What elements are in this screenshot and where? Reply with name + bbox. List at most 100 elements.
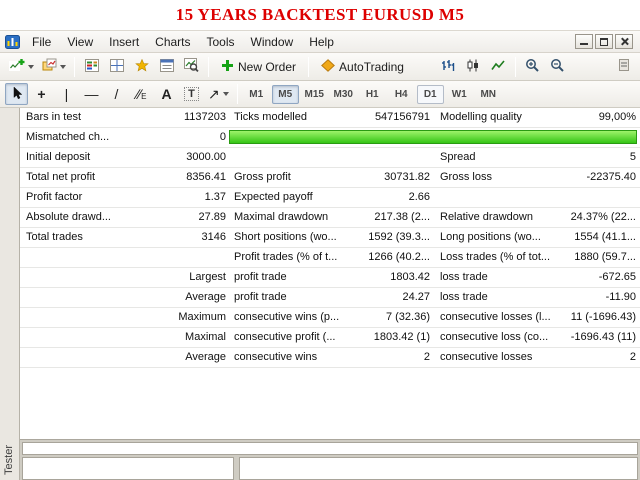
menu-item-charts[interactable]: Charts bbox=[147, 32, 198, 52]
report-row[interactable]: Average consecutive wins 2 consecutive loss… bbox=[20, 348, 640, 368]
report-row[interactable]: Profit trades (% of t... 1266 (40.2... Los… bbox=[20, 248, 640, 268]
close-button[interactable] bbox=[615, 34, 633, 49]
timeframe-m1-button[interactable]: M1 bbox=[243, 85, 270, 104]
new-order-button[interactable]: New Order bbox=[214, 56, 303, 78]
minimize-button[interactable] bbox=[575, 34, 593, 49]
tester-content: Bars in test 1137203 Ticks modelled 5471567… bbox=[20, 108, 640, 480]
candlestick-chart-button[interactable] bbox=[462, 56, 485, 78]
report-row[interactable]: Maximum consecutive wins (p... 7 (32.36) co… bbox=[20, 308, 640, 328]
toolbar-separator bbox=[74, 56, 75, 77]
report-row[interactable]: Bars in test 1137203 Ticks modelled 5471567… bbox=[20, 108, 640, 128]
backtest-report: Bars in test 1137203 Ticks modelled 5471567… bbox=[20, 108, 640, 440]
tester-panel-label: Tester bbox=[3, 445, 15, 475]
report-row[interactable]: Largest profit trade 1803.42 loss trade -672… bbox=[20, 268, 640, 288]
trendline-button[interactable]: / bbox=[105, 83, 128, 105]
report-cell-c1v: 8356.41 bbox=[186, 171, 226, 183]
report-cell-c1l bbox=[20, 288, 132, 307]
channel-sub-label: E bbox=[141, 92, 147, 101]
timeframe-m30-button[interactable]: M30 bbox=[330, 85, 357, 104]
timeframe-h4-button[interactable]: H4 bbox=[388, 85, 415, 104]
line-chart-button[interactable] bbox=[487, 56, 510, 78]
report-row[interactable]: Mismatched ch... 0 bbox=[20, 128, 640, 148]
menu-item-insert[interactable]: Insert bbox=[101, 32, 147, 52]
app-icon bbox=[5, 34, 20, 49]
zoom-in-icon bbox=[525, 58, 540, 75]
menu-item-view[interactable]: View bbox=[59, 32, 101, 52]
report-cell-c3v: -11.90 bbox=[605, 291, 636, 303]
vertical-line-button[interactable]: | bbox=[55, 83, 78, 105]
report-cell-c3l: consecutive loss (co... bbox=[440, 331, 549, 343]
timeframe-m5-button[interactable]: M5 bbox=[271, 84, 299, 104]
report-cell-c1l: Initial deposit bbox=[26, 151, 91, 163]
report-cell-c2v: 1803.42 bbox=[390, 271, 430, 283]
report-cell-c3v: -22375.40 bbox=[586, 171, 636, 183]
navigator-button[interactable] bbox=[130, 56, 153, 78]
timeframe-w1-button[interactable]: W1 bbox=[446, 85, 473, 104]
report-cell-c2v: 30731.82 bbox=[384, 171, 430, 183]
new-chart-button[interactable] bbox=[5, 56, 37, 78]
report-cell-c2l: profit trade bbox=[234, 271, 287, 283]
report-row[interactable]: Initial deposit 3000.00 Spread 5 bbox=[20, 148, 640, 168]
terminal-button[interactable] bbox=[155, 56, 178, 78]
menu-item-window[interactable]: Window bbox=[243, 32, 302, 52]
report-cell-c1l bbox=[20, 248, 132, 267]
timeframe-h1-button[interactable]: H1 bbox=[359, 85, 386, 104]
timeframe-mn-button[interactable]: MN bbox=[475, 85, 502, 104]
report-row[interactable]: Total net profit 8356.41 Gross profit 30731… bbox=[20, 168, 640, 188]
report-cell-c1l: Mismatched ch... bbox=[26, 131, 110, 143]
report-cell-c2v: 547156791 bbox=[374, 111, 430, 123]
timeframe-m15-button[interactable]: M15 bbox=[301, 85, 328, 104]
equidistant-channel-button[interactable]: ∕∕ E bbox=[130, 83, 153, 105]
report-cell-c2l: Profit trades (% of t... bbox=[234, 251, 338, 263]
menu-item-tools[interactable]: Tools bbox=[199, 32, 243, 52]
report-row[interactable]: Absolute drawd... 27.89 Maximal drawdown 21… bbox=[20, 208, 640, 228]
horizontal-line-button[interactable]: — bbox=[80, 83, 103, 105]
zoom-out-icon bbox=[550, 58, 565, 75]
arrows-button[interactable]: ↗ bbox=[205, 83, 232, 105]
toolbar-overflow-button[interactable] bbox=[612, 56, 635, 78]
restore-icon bbox=[600, 37, 608, 46]
main-area: Tester Bars in test 1137203 Ticks modelled… bbox=[0, 108, 640, 480]
menu-item-file[interactable]: File bbox=[24, 32, 59, 52]
report-cell-c2v bbox=[346, 148, 432, 167]
zoom-out-button[interactable] bbox=[546, 56, 569, 78]
bottom-panel-left[interactable] bbox=[22, 457, 234, 480]
report-cell-c1l: Total trades bbox=[26, 231, 83, 243]
report-cell-c2v: 217.38 (2... bbox=[374, 211, 430, 223]
chevron-down-icon bbox=[60, 64, 66, 69]
report-cell-c3l: Loss trades (% of tot... bbox=[440, 251, 551, 263]
horizontal-line-icon: — bbox=[84, 86, 99, 102]
menu-item-help[interactable]: Help bbox=[301, 32, 342, 52]
toolbar-separator bbox=[308, 56, 310, 77]
profiles-button[interactable] bbox=[39, 56, 69, 78]
report-cell-c1v: 1.37 bbox=[204, 191, 226, 203]
bar-chart-button[interactable] bbox=[437, 56, 460, 78]
report-cell-c1l: Absolute drawd... bbox=[26, 211, 111, 223]
autotrading-button[interactable]: AutoTrading bbox=[314, 56, 411, 78]
report-row[interactable]: Average profit trade 24.27 loss trade -11.90 bbox=[20, 288, 640, 308]
banner: 15 YEARS BACKTEST EURUSD M5 bbox=[0, 0, 640, 30]
strategy-tester-button[interactable] bbox=[180, 56, 203, 78]
data-window-button[interactable] bbox=[105, 56, 128, 78]
report-row[interactable]: Maximal consecutive profit (... 1803.42 (1… bbox=[20, 328, 640, 348]
report-row[interactable]: Total trades 3146 Short positions (wo... 15… bbox=[20, 228, 640, 248]
restore-button[interactable] bbox=[595, 34, 613, 49]
cursor-button[interactable] bbox=[5, 83, 28, 105]
report-cell-c1l: Total net profit bbox=[26, 171, 96, 183]
report-cell-c1l: Profit factor bbox=[26, 191, 83, 203]
market-watch-button[interactable] bbox=[80, 56, 103, 78]
tester-panel-caption[interactable]: Tester bbox=[0, 108, 20, 480]
text-label-button[interactable]: T bbox=[180, 83, 203, 105]
zoom-in-button[interactable] bbox=[521, 56, 544, 78]
bottom-panel-right[interactable] bbox=[239, 457, 638, 480]
text-button[interactable]: A bbox=[155, 83, 178, 105]
timeframe-group: M1 M5 M15 M30 H1 H4 D1 W1 MN bbox=[242, 84, 503, 104]
timeframe-d1-button[interactable]: D1 bbox=[416, 84, 444, 104]
crosshair-button[interactable]: + bbox=[30, 83, 53, 105]
standard-toolbar: New Order AutoTrading bbox=[0, 53, 640, 81]
report-cell-c3v: -672.65 bbox=[598, 271, 636, 283]
report-row[interactable]: Profit factor 1.37 Expected payoff 2.66 bbox=[20, 188, 640, 208]
report-cell-c1l bbox=[20, 268, 132, 287]
candlestick-chart-icon bbox=[466, 59, 480, 75]
overflow-icon bbox=[618, 59, 629, 74]
